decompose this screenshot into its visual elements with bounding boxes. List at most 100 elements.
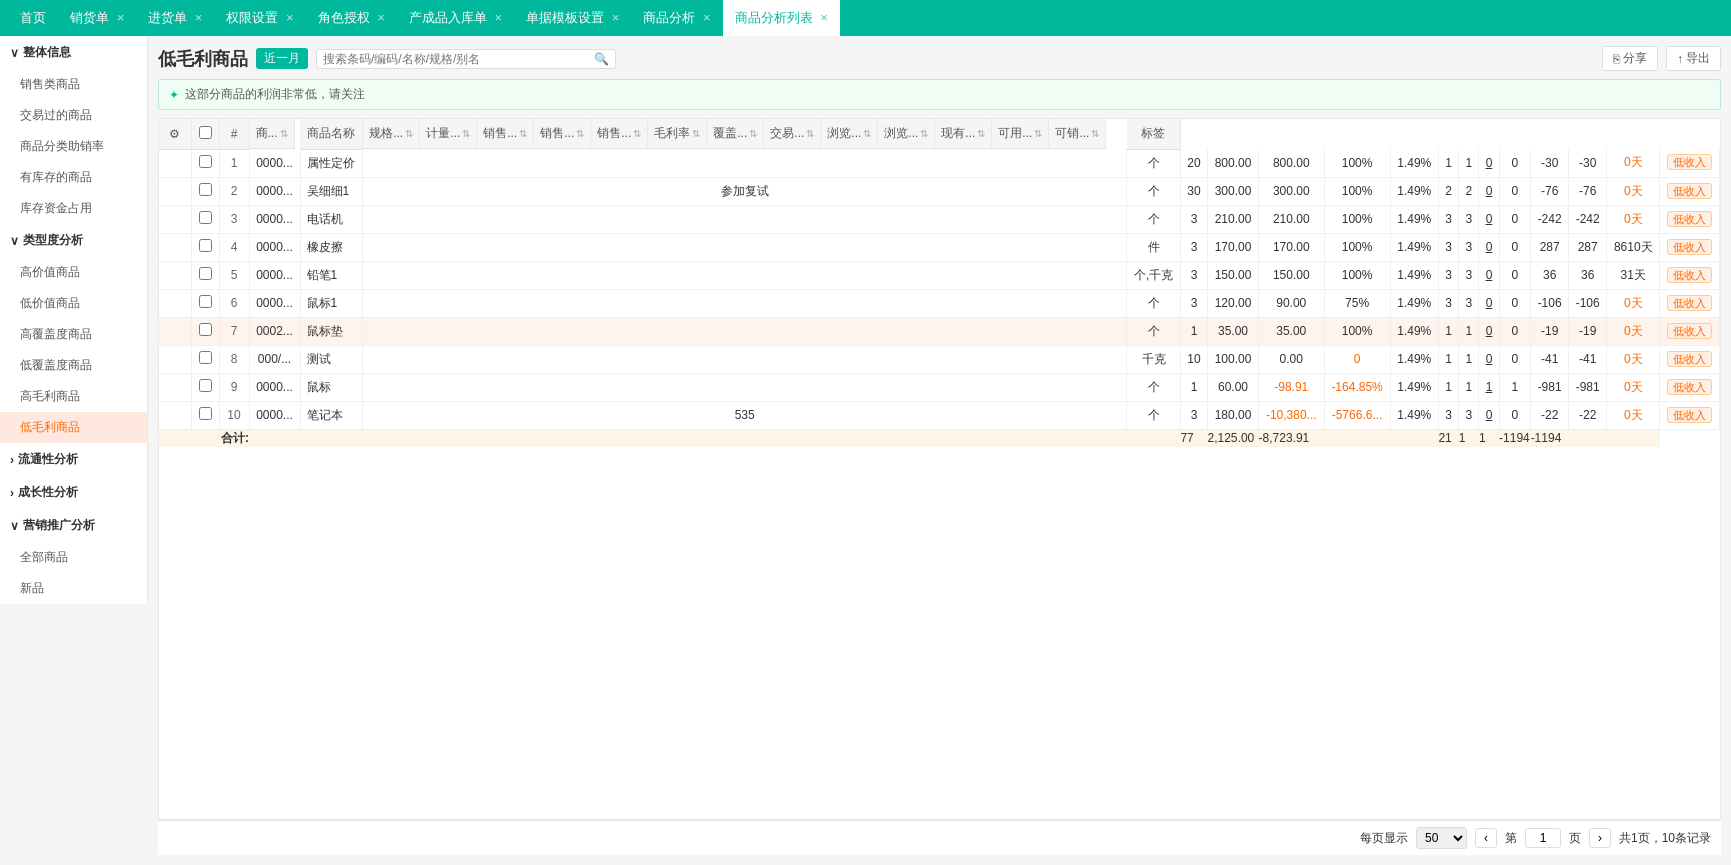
col-browse2[interactable]: 浏览... ⇅ bbox=[878, 119, 935, 149]
nav-product-inbound[interactable]: 产成品入库单 × bbox=[397, 0, 514, 36]
sidebar-item-all-products[interactable]: 全部商品 bbox=[0, 542, 147, 573]
col-sales-qty[interactable]: 销售... ⇅ bbox=[477, 119, 534, 149]
search-icon[interactable]: 🔍 bbox=[594, 52, 609, 66]
export-button[interactable]: ↑ 导出 bbox=[1666, 46, 1721, 71]
row-days: 0天 bbox=[1607, 289, 1660, 317]
sidebar-item-sales-products[interactable]: 销售类商品 bbox=[0, 69, 147, 100]
row-select-checkbox[interactable] bbox=[199, 323, 212, 336]
row-checkbox[interactable] bbox=[191, 233, 219, 261]
sort-icon-cov: ⇅ bbox=[749, 128, 757, 139]
search-input[interactable] bbox=[323, 52, 594, 66]
sidebar-group-marketing[interactable]: ∨ 营销推广分析 bbox=[0, 509, 147, 542]
row-select-checkbox[interactable] bbox=[199, 267, 212, 280]
sidebar-item-high-value[interactable]: 高价值商品 bbox=[0, 257, 147, 288]
nav-sales-order[interactable]: 销货单 × bbox=[58, 0, 136, 36]
col-settings[interactable]: ⚙ bbox=[159, 119, 191, 149]
row-select-checkbox[interactable] bbox=[199, 155, 212, 168]
close-permissions[interactable]: × bbox=[286, 10, 294, 25]
row-checkbox[interactable] bbox=[191, 177, 219, 205]
row-browse1[interactable]: 0 bbox=[1479, 233, 1499, 261]
row-checkbox[interactable] bbox=[191, 261, 219, 289]
close-role-auth[interactable]: × bbox=[377, 10, 385, 25]
row-empty bbox=[159, 401, 191, 429]
close-product-analysis[interactable]: × bbox=[703, 10, 711, 25]
row-checkbox[interactable] bbox=[191, 205, 219, 233]
row-select-checkbox[interactable] bbox=[199, 295, 212, 308]
nav-home[interactable]: 首页 bbox=[8, 0, 58, 36]
row-select-checkbox[interactable] bbox=[199, 407, 212, 420]
row-select-checkbox[interactable] bbox=[199, 379, 212, 392]
sidebar-group-value[interactable]: ∨ 类型度分析 bbox=[0, 224, 147, 257]
nav-role-auth[interactable]: 角色授权 × bbox=[306, 0, 397, 36]
nav-product-analysis[interactable]: 商品分析 × bbox=[631, 0, 722, 36]
col-available[interactable]: 可用... ⇅ bbox=[992, 119, 1049, 149]
close-sales-order[interactable]: × bbox=[117, 10, 125, 25]
close-template-settings[interactable]: × bbox=[612, 10, 620, 25]
sidebar-group-overall[interactable]: ∨ 整体信息 bbox=[0, 36, 147, 69]
per-page-select[interactable]: 50 100 200 bbox=[1416, 827, 1467, 849]
col-checkbox[interactable] bbox=[191, 119, 219, 149]
row-unit: 个 bbox=[1127, 149, 1181, 177]
row-checkbox[interactable] bbox=[191, 317, 219, 345]
col-trade[interactable]: 交易... ⇅ bbox=[764, 119, 821, 149]
row-select-checkbox[interactable] bbox=[199, 183, 212, 196]
sidebar-item-high-margin[interactable]: 高毛利商品 bbox=[0, 381, 147, 412]
total-qty: 77 bbox=[1180, 429, 1207, 447]
next-page-button[interactable]: › bbox=[1589, 828, 1611, 848]
col-spec[interactable]: 规格... ⇅ bbox=[363, 119, 420, 149]
sidebar-item-high-coverage[interactable]: 高覆盖度商品 bbox=[0, 319, 147, 350]
row-browse1[interactable]: 0 bbox=[1479, 205, 1499, 233]
col-sales-price[interactable]: 销售... ⇅ bbox=[534, 119, 591, 149]
row-browse1[interactable]: 0 bbox=[1479, 345, 1499, 373]
col-current-stock[interactable]: 现有... ⇅ bbox=[935, 119, 992, 149]
select-all-checkbox[interactable] bbox=[199, 126, 212, 139]
period-tag-button[interactable]: 近一月 bbox=[256, 48, 308, 69]
col-sales-amount[interactable]: 销售... ⇅ bbox=[591, 119, 648, 149]
row-checkbox[interactable] bbox=[191, 373, 219, 401]
sidebar-item-in-stock[interactable]: 有库存的商品 bbox=[0, 162, 147, 193]
sidebar-item-new-products[interactable]: 新品 bbox=[0, 573, 147, 604]
sidebar-item-traded-products[interactable]: 交易过的商品 bbox=[0, 100, 147, 131]
nav-permissions[interactable]: 权限设置 × bbox=[214, 0, 305, 36]
row-browse1[interactable]: 0 bbox=[1479, 289, 1499, 317]
sidebar-item-category-rate[interactable]: 商品分类助销率 bbox=[0, 131, 147, 162]
row-checkbox[interactable] bbox=[191, 401, 219, 429]
prev-page-button[interactable]: ‹ bbox=[1475, 828, 1497, 848]
nav-template-settings[interactable]: 单据模板设置 × bbox=[514, 0, 631, 36]
row-select-checkbox[interactable] bbox=[199, 239, 212, 252]
col-margin-rate[interactable]: 毛利率 ⇅ bbox=[648, 119, 707, 149]
sidebar-item-low-coverage[interactable]: 低覆盖度商品 bbox=[0, 350, 147, 381]
page-number-input[interactable] bbox=[1525, 828, 1561, 848]
col-sellable[interactable]: 可销... ⇅ bbox=[1049, 119, 1106, 149]
row-browse1[interactable]: 0 bbox=[1479, 317, 1499, 345]
row-browse1[interactable]: 0 bbox=[1479, 401, 1499, 429]
col-coverage[interactable]: 覆盖... ⇅ bbox=[707, 119, 764, 149]
share-label: 分享 bbox=[1623, 50, 1647, 67]
row-checkbox[interactable] bbox=[191, 345, 219, 373]
nav-product-analysis-list[interactable]: 商品分析列表 × bbox=[723, 0, 840, 36]
col-browse1[interactable]: 浏览... ⇅ bbox=[821, 119, 878, 149]
sidebar-group-growth[interactable]: › 成长性分析 bbox=[0, 476, 147, 509]
row-qty: 3 bbox=[1180, 233, 1207, 261]
row-checkbox[interactable] bbox=[191, 149, 219, 177]
close-product-analysis-list[interactable]: × bbox=[820, 10, 828, 25]
row-number: 7 bbox=[219, 317, 249, 345]
row-select-checkbox[interactable] bbox=[199, 211, 212, 224]
sidebar-item-capital[interactable]: 库存资金占用 bbox=[0, 193, 147, 224]
row-browse1[interactable]: 0 bbox=[1479, 177, 1499, 205]
nav-purchase-order[interactable]: 进货单 × bbox=[136, 0, 214, 36]
sidebar-item-low-margin[interactable]: 低毛利商品 bbox=[0, 412, 147, 443]
close-product-inbound[interactable]: × bbox=[495, 10, 503, 25]
row-browse1[interactable]: 0 bbox=[1479, 149, 1499, 177]
col-product-code[interactable]: 商... ⇅ bbox=[250, 119, 295, 149]
total-empty3 bbox=[363, 429, 1127, 447]
row-select-checkbox[interactable] bbox=[199, 351, 212, 364]
total-available: -1194 bbox=[1531, 429, 1569, 447]
share-button[interactable]: ⎘ 分享 bbox=[1602, 46, 1658, 71]
row-browse1[interactable]: 0 bbox=[1479, 261, 1499, 289]
sidebar-item-low-value[interactable]: 低价值商品 bbox=[0, 288, 147, 319]
close-purchase-order[interactable]: × bbox=[195, 10, 203, 25]
row-checkbox[interactable] bbox=[191, 289, 219, 317]
col-unit[interactable]: 计量... ⇅ bbox=[420, 119, 477, 149]
sidebar-group-circulation[interactable]: › 流通性分析 bbox=[0, 443, 147, 476]
